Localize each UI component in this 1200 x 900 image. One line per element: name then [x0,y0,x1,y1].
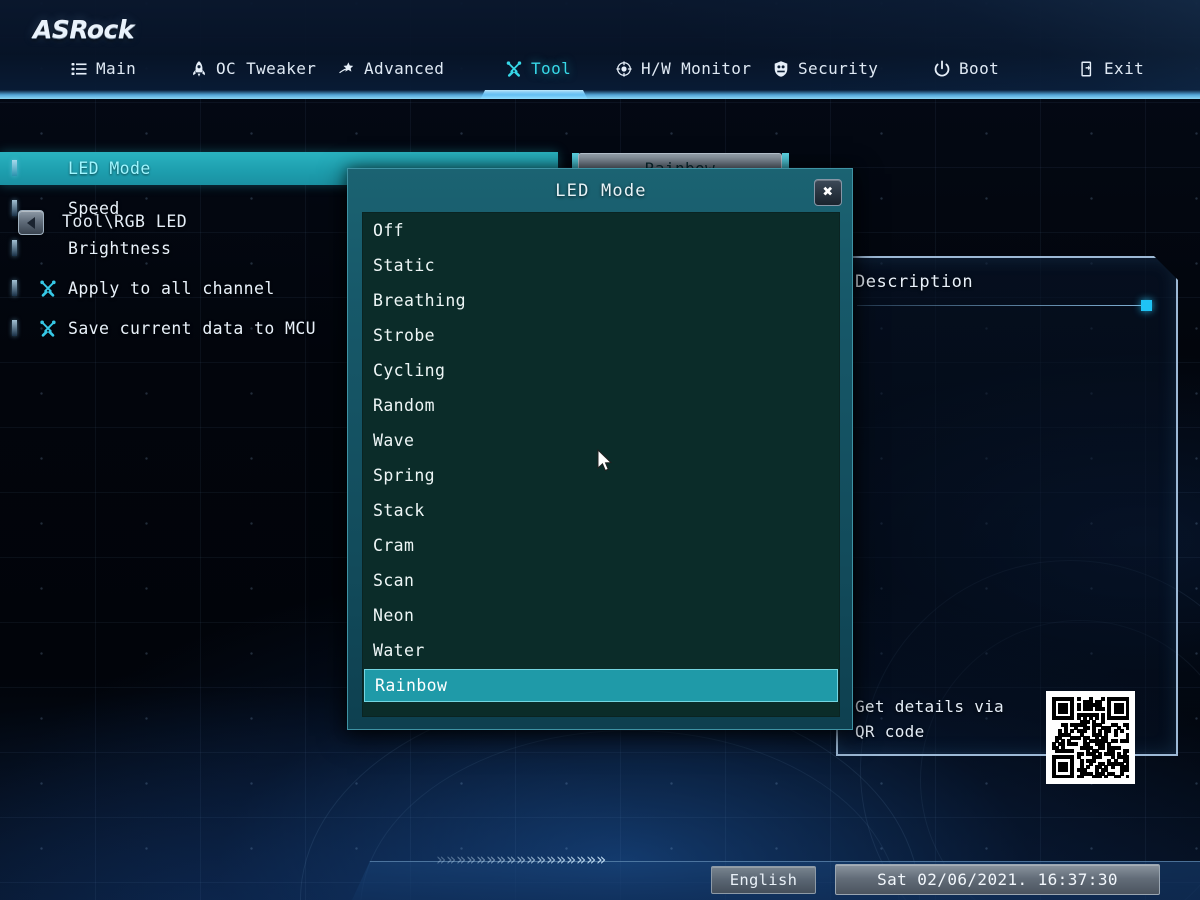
breadcrumb-bar: Tool\RGB LED [0,99,1200,235]
wrench-icon [505,60,523,78]
header-glow-line [0,90,1200,99]
decor-chevrons: »»»»»»»»»»»»»»»»» [436,849,636,871]
bios-screen: ASRock Main OC Tweaker Advanced Tool H/W Mon… [0,0,1200,900]
wrench-icon [38,319,58,338]
qr-code-caption: Get details via QR code [855,697,1004,741]
language-button[interactable]: English [711,866,816,894]
exit-icon [1078,60,1096,78]
nav-item-label: H/W Monitor [641,59,752,78]
nav-item-label: Boot [959,59,1000,78]
nav-item-label: Exit [1104,59,1145,78]
led-mode-option[interactable]: Random [363,388,839,423]
description-panel [836,256,1178,756]
led-mode-option[interactable]: Cycling [363,353,839,388]
row-tick-marker [12,240,17,256]
row-tick-marker [12,320,17,336]
wrench-icon [38,279,58,298]
led-mode-option[interactable]: Static [363,248,839,283]
setting-row-label: LED Mode [68,159,151,178]
rocket-icon [190,60,208,78]
row-tick-marker [12,160,17,176]
led-mode-option[interactable]: Scan [363,563,839,598]
nav-item-label: Advanced [364,59,445,78]
target-icon [615,60,633,78]
nav-item-label: Main [96,59,137,78]
setting-row-label: Apply to all channel [68,279,275,298]
led-mode-option[interactable]: Breathing [363,283,839,318]
star-icon [338,60,356,78]
led-mode-option[interactable]: Off [363,213,839,248]
datetime-display: Sat 02/06/2021. 16:37:30 [835,864,1160,895]
setting-row-label: Brightness [68,239,172,258]
led-mode-option[interactable]: Cram [363,528,839,563]
asrock-logo: ASRock [33,15,134,44]
led-mode-option[interactable]: Neon [363,598,839,633]
led-mode-option[interactable]: Strobe [363,318,839,353]
row-tick-marker [12,200,17,216]
description-divider-dot [1141,300,1152,311]
description-title: Description [855,272,974,292]
nav-item-label: OC Tweaker [216,59,317,78]
shield-icon [772,60,790,78]
qr-code-image [1046,691,1135,784]
led-mode-option[interactable]: Water [363,633,839,668]
list-icon [70,60,88,78]
header-bar: ASRock Main OC Tweaker Advanced Tool H/W Mon… [0,0,1200,99]
power-icon [933,60,951,78]
mouse-cursor [597,449,613,472]
dialog-title: LED Mode [555,181,647,201]
setting-row-label: Save current data to MCU [68,319,317,338]
row-tick-marker [12,280,17,296]
nav-item-label: Security [798,59,879,78]
setting-row-label: Speed [68,199,120,218]
description-divider [857,305,1142,306]
chevron-icon: » [596,850,607,870]
close-icon[interactable]: ✖ [814,179,842,206]
qr-code-canvas [1052,697,1129,778]
led-mode-option[interactable]: Stack [363,493,839,528]
led-mode-option-selected[interactable]: Rainbow [364,669,838,702]
nav-item-label: Tool [531,59,572,78]
